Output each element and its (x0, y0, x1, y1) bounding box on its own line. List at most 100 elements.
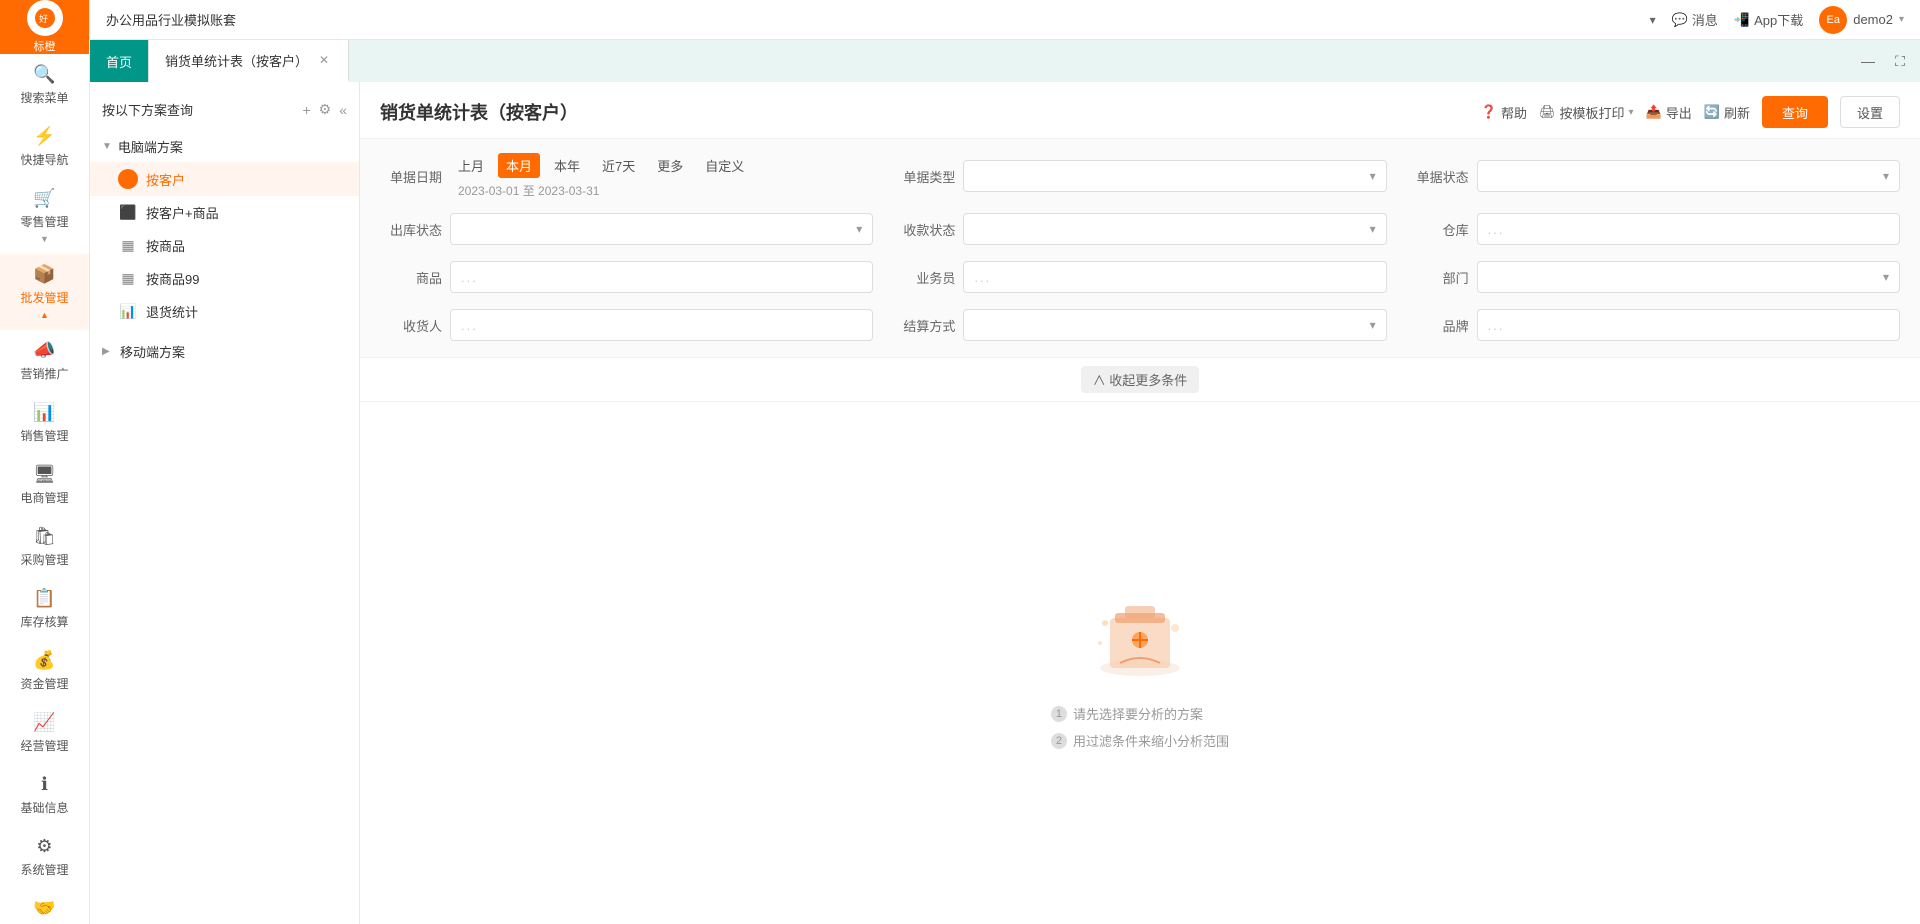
print-icon: 🖨 (1539, 104, 1556, 120)
topbar-dropdown[interactable]: ▾ (1650, 13, 1656, 27)
tab-sales-stat[interactable]: 销货单统计表（按客户） ✕ (149, 40, 349, 82)
product-input[interactable]: ... (450, 261, 873, 293)
mobile-group-title[interactable]: ▶ 移动端方案 (90, 336, 359, 367)
tab-close-btn[interactable]: ✕ (316, 52, 332, 68)
sidebar-item-collab[interactable]: 🤝 企业协同 (0, 888, 90, 924)
warehouse-label: 仓库 (1407, 220, 1477, 239)
department-input[interactable]: ▾ (1477, 261, 1900, 293)
filter-row-4: 收货人 ... 结算方式 ▾ 品牌 (380, 307, 1900, 343)
app-logo[interactable]: 好 标橙 (0, 0, 90, 54)
date-option-7days[interactable]: 近7天 (594, 153, 643, 178)
consignee-input[interactable]: ... (450, 309, 873, 341)
refresh-btn[interactable]: 🔄 刷新 (1704, 103, 1750, 122)
salesperson-input[interactable]: ... (963, 261, 1386, 293)
date-option-custom[interactable]: 自定义 (697, 153, 752, 178)
consignee-label: 收货人 (380, 316, 450, 335)
window-controls: — ⛶ (1856, 49, 1920, 73)
out-status-chevron: ▾ (856, 222, 862, 236)
message-icon: 💬 (1672, 12, 1688, 28)
logo-text: 标橙 (34, 38, 56, 54)
finance-icon: 💰 (33, 650, 55, 671)
tab-home[interactable]: 首页 (90, 40, 149, 82)
doc-type-input[interactable]: ▾ (963, 160, 1386, 192)
filter-row-1: 单据日期 上月 本月 本年 近7天 更多 自定义 2023-03-01 至 20… (380, 153, 1900, 199)
sales-mgmt-icon: 📊 (33, 402, 55, 423)
date-label: 单据日期 (380, 167, 450, 186)
out-status-input[interactable]: ▾ (450, 213, 873, 245)
date-option-this-month[interactable]: 本月 (498, 153, 540, 178)
svg-text:好: 好 (39, 13, 48, 24)
filter-settlement: 结算方式 ▾ (893, 307, 1386, 343)
sidebar-item-retail[interactable]: 🛒 零售管理 ▼ (0, 178, 90, 254)
ecommerce-icon: 🖥 (33, 464, 56, 485)
warehouse-input[interactable]: ... (1477, 213, 1900, 245)
sidebar-item-basic[interactable]: ℹ 基础信息 (0, 764, 90, 826)
scheme-item-by-customer[interactable]: 按客户 (90, 162, 359, 196)
filter-collection-status: 收款状态 ▾ (893, 211, 1386, 247)
sidebar-item-search[interactable]: 🔍 搜索菜单 (0, 54, 90, 116)
empty-hint-1: 1 请先选择要分析的方案 (1051, 704, 1229, 723)
settings-scheme-btn[interactable]: ⚙ (319, 101, 332, 118)
empty-illustration (1080, 568, 1200, 688)
sidebar-item-wholesale[interactable]: 📦 批发管理 ▲ (0, 254, 90, 330)
filter-department: 部门 ▾ (1407, 259, 1900, 295)
export-btn[interactable]: 📤 导出 (1646, 103, 1692, 122)
pc-group-title[interactable]: ▼ 电脑端方案 (90, 131, 359, 162)
settings-button[interactable]: 设置 (1840, 96, 1900, 128)
tabbar: 首页 销货单统计表（按客户） ✕ — ⛶ (90, 40, 1920, 82)
date-option-more[interactable]: 更多 (649, 153, 691, 178)
collapse-btn[interactable]: ∧ 收起更多条件 (1081, 366, 1200, 393)
sidebar-item-inventory[interactable]: 📋 库存核算 (0, 578, 90, 640)
scheme-item-return-stat[interactable]: 📊 退货统计 (90, 295, 359, 328)
marketing-icon: 📣 (33, 340, 55, 361)
sidebar-item-shortcut[interactable]: ⚡ 快捷导航 (0, 116, 90, 178)
scheme-item-by-product[interactable]: ▦ 按商品 (90, 229, 359, 262)
settlement-chevron: ▾ (1370, 318, 1376, 332)
settlement-input[interactable]: ▾ (963, 309, 1386, 341)
logo-icon: 好 (27, 0, 63, 36)
sidebar-item-ecommerce[interactable]: 🖥 电商管理 (0, 454, 90, 516)
add-scheme-btn[interactable]: + (302, 102, 310, 118)
collection-status-chevron: ▾ (1370, 222, 1376, 236)
retail-icon: 🛒 (33, 188, 55, 209)
sidebar-item-finance[interactable]: 💰 资金管理 (0, 640, 90, 702)
brand-input[interactable]: ... (1477, 309, 1900, 341)
scheme-item-by-customer-product[interactable]: ⬛ 按客户+商品 (90, 196, 359, 229)
empty-state: 1 请先选择要分析的方案 2 用过滤条件来缩小分析范围 (360, 402, 1920, 924)
sidebar-item-operations[interactable]: 📈 经营管理 (0, 702, 90, 764)
message-btn[interactable]: 💬 消息 (1672, 10, 1718, 29)
doc-status-input[interactable]: ▾ (1477, 160, 1900, 192)
help-btn[interactable]: ❓ 帮助 (1481, 103, 1527, 122)
date-option-this-year[interactable]: 本年 (546, 153, 588, 178)
maximize-btn[interactable]: ⛶ (1888, 49, 1912, 73)
collapse-panel-btn[interactable]: « (339, 102, 347, 118)
left-panel-header: 按以下方案查询 + ⚙ « (90, 92, 359, 127)
doc-type-label: 单据类型 (893, 167, 963, 186)
by-product-99-icon: ▦ (118, 270, 138, 287)
content-area: 按以下方案查询 + ⚙ « ▼ 电脑端方案 按客户 ⬛ 按客户+商品 (90, 82, 1920, 924)
filter-brand: 品牌 ... (1407, 307, 1900, 343)
topbar-actions: 💬 消息 📲 App下载 Ea demo2 ▾ (1672, 6, 1904, 34)
filter-product: 商品 ... (380, 259, 873, 295)
scheme-item-by-product-99[interactable]: ▦ 按商品99 (90, 262, 359, 295)
filter-out-status: 出库状态 ▾ (380, 211, 873, 247)
sidebar-item-purchase[interactable]: 🛍 采购管理 (0, 516, 90, 578)
app-download-btn[interactable]: 📲 App下载 (1734, 10, 1803, 29)
collapse-area: ∧ 收起更多条件 (360, 358, 1920, 402)
user-menu[interactable]: Ea demo2 ▾ (1819, 6, 1904, 34)
filter-row-3: 商品 ... 业务员 ... 部门 (380, 259, 1900, 295)
doc-status-label: 单据状态 (1407, 167, 1477, 186)
collection-status-input[interactable]: ▾ (963, 213, 1386, 245)
date-option-last-month[interactable]: 上月 (450, 153, 492, 178)
minimize-btn[interactable]: — (1856, 49, 1880, 73)
sidebar-item-marketing[interactable]: 📣 营销推广 (0, 330, 90, 392)
sidebar: 好 标橙 🔍 搜索菜单 ⚡ 快捷导航 🛒 零售管理 ▼ 📦 批发管理 ▲ 📣 营… (0, 0, 90, 924)
print-btn[interactable]: 🖨 按模板打印 ▾ (1539, 103, 1634, 122)
sidebar-item-system[interactable]: ⚙ 系统管理 (0, 826, 90, 888)
query-button[interactable]: 查询 (1762, 96, 1828, 128)
filter-doc-status: 单据状态 ▾ (1407, 158, 1900, 194)
download-icon: 📲 (1734, 12, 1750, 28)
refresh-icon: 🔄 (1704, 104, 1720, 120)
panel-title: 按以下方案查询 (102, 100, 294, 119)
sidebar-item-sales-mgmt[interactable]: 📊 销售管理 (0, 392, 90, 454)
